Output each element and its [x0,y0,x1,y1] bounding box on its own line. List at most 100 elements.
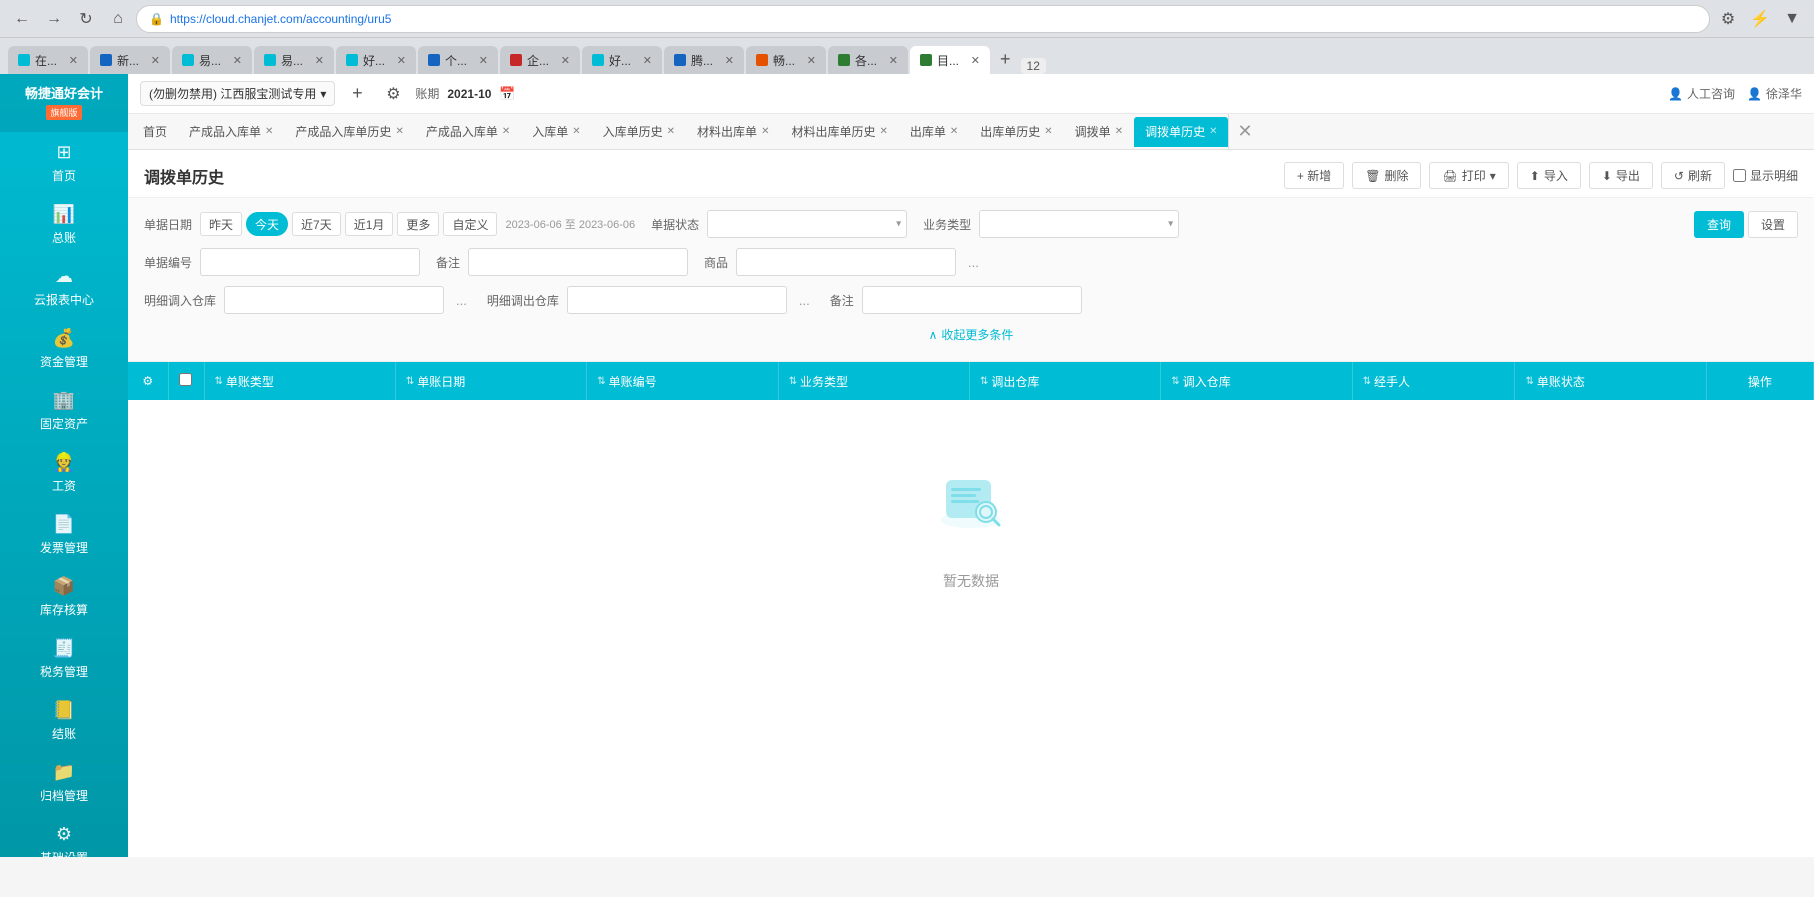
browser-tab[interactable]: 新...✕ [90,46,170,74]
goods-input[interactable] [736,248,956,276]
tab-close-icon[interactable]: ✕ [971,54,980,67]
menu-btn[interactable]: ▼ [1778,5,1806,33]
page-tab-调拨单历史[interactable]: 调拨单历史 ✕ [1134,117,1228,147]
voucher-input[interactable] [200,248,420,276]
page-tab-材料出库单[interactable]: 材料出库单 ✕ [686,117,780,147]
page-tab-出库单历史[interactable]: 出库单历史 ✕ [969,117,1063,147]
date-7days-btn[interactable]: 近7天 [292,212,341,236]
page-tab-入库单历史[interactable]: 入库单历史 ✕ [592,117,686,147]
sidebar-item-工资[interactable]: 👷工资 [0,442,128,504]
tab-close-icon[interactable]: ✕ [725,54,734,67]
page-tab-close-icon[interactable]: ✕ [879,126,887,137]
col-biz-type[interactable]: ⇅ 业务类型 [778,362,969,400]
forward-btn[interactable]: → [40,5,68,33]
extensions-btn[interactable]: ⚙ [1714,5,1742,33]
sidebar-item-资金管理[interactable]: 💰资金管理 [0,318,128,380]
table-checkbox-col[interactable] [168,362,204,400]
sidebar-item-结账[interactable]: 📒结账 [0,690,128,752]
import-btn[interactable]: ⬆ 导入 [1517,162,1581,189]
table-settings-col[interactable]: ⚙ [128,362,168,400]
add-company-btn[interactable]: + [343,80,371,108]
page-tab-入库单[interactable]: 入库单 ✕ [521,117,591,147]
col-voucher-date[interactable]: ⇅ 单账日期 [395,362,586,400]
col-in-warehouse[interactable]: ⇅ 调入仓库 [1161,362,1352,400]
tab-close-icon[interactable]: ✕ [315,54,324,67]
profile-btn[interactable]: ⚡ [1746,5,1774,33]
date-yesterday-btn[interactable]: 昨天 [200,212,242,236]
browser-tab[interactable]: 好...✕ [336,46,416,74]
user-info[interactable]: 👤 徐泽华 [1747,85,1802,102]
date-today-btn[interactable]: 今天 [246,212,288,236]
new-btn[interactable]: + 新增 [1284,162,1344,189]
col-voucher-no[interactable]: ⇅ 单账编号 [587,362,778,400]
browser-tab[interactable]: 易...✕ [254,46,334,74]
tab-close-icon[interactable]: ✕ [889,54,898,67]
page-tab-产成品入库单[interactable]: 产成品入库单 ✕ [415,117,521,147]
sidebar-item-固定资产[interactable]: 🏢固定资产 [0,380,128,442]
date-more-btn[interactable]: 更多 [397,212,439,236]
page-tab-close-icon[interactable]: ✕ [1209,126,1217,137]
sidebar-item-税务管理[interactable]: 🧾税务管理 [0,628,128,690]
col-status[interactable]: ⇅ 单账状态 [1515,362,1706,400]
close-all-tabs-btn[interactable]: ✕ [1228,114,1260,149]
page-tab-材料出库单历史[interactable]: 材料出库单历史 ✕ [780,117,898,147]
home-btn[interactable]: ⌂ [104,5,132,33]
detail-out-input[interactable] [567,286,787,314]
page-tab-close-icon[interactable]: ✕ [950,126,958,137]
date-custom-btn[interactable]: 自定义 [443,212,497,236]
tab-close-icon[interactable]: ✕ [233,54,242,67]
export-btn[interactable]: ⬇ 导出 [1589,162,1653,189]
page-tab-close-icon[interactable]: ✕ [395,126,403,137]
refresh-btn[interactable]: ↻ [72,5,100,33]
sidebar-item-发票管理[interactable]: 📄发票管理 [0,504,128,566]
remark2-input[interactable] [862,286,1082,314]
address-bar[interactable]: 🔒 https://cloud.chanjet.com/accounting/u… [136,5,1710,33]
page-tab-close-icon[interactable]: ✕ [761,126,769,137]
browser-tab[interactable]: 在...✕ [8,46,88,74]
calendar-icon[interactable]: 📅 [499,86,515,102]
browser-tab[interactable]: 腾...✕ [664,46,744,74]
back-btn[interactable]: ← [8,5,36,33]
detail-out-more-btn[interactable]: ... [795,293,814,308]
status-select[interactable] [707,210,907,238]
page-tab-close-icon[interactable]: ✕ [502,126,510,137]
tab-close-icon[interactable]: ✕ [69,54,78,67]
sidebar-item-首页[interactable]: ⊞首页 [0,132,128,194]
settings-icon[interactable]: ⚙ [379,80,407,108]
page-tab-首页[interactable]: 首页 [132,117,178,147]
page-tab-调拨单[interactable]: 调拨单 ✕ [1064,117,1134,147]
refresh-btn[interactable]: ↺ 刷新 [1661,162,1725,189]
select-all-checkbox[interactable] [179,373,192,386]
print-btn[interactable]: 🖨 打印 ▾ [1429,162,1508,189]
company-selector[interactable]: (勿删勿禁用) 江西服宝测试专用 ▾ [140,81,335,106]
goods-more-btn[interactable]: ... [964,255,983,270]
col-voucher-type[interactable]: ⇅ 单账类型 [204,362,395,400]
service-btn[interactable]: 👤 人工咨询 [1668,85,1735,102]
tab-close-icon[interactable]: ✕ [479,54,488,67]
page-tab-close-icon[interactable]: ✕ [1115,126,1123,137]
tab-close-icon[interactable]: ✕ [643,54,652,67]
tab-close-icon[interactable]: ✕ [151,54,160,67]
browser-tab[interactable]: 畅...✕ [746,46,826,74]
remark-input[interactable] [468,248,688,276]
tab-close-icon[interactable]: ✕ [807,54,816,67]
sidebar-item-基础设置[interactable]: ⚙基础设置 [0,814,128,857]
tab-close-icon[interactable]: ✕ [561,54,570,67]
display-detail-check[interactable] [1733,169,1746,182]
browser-tab[interactable]: 各...✕ [828,46,908,74]
page-tab-close-icon[interactable]: ✕ [265,126,273,137]
page-tab-close-icon[interactable]: ✕ [667,126,675,137]
date-1month-btn[interactable]: 近1月 [345,212,394,236]
detail-in-input[interactable] [224,286,444,314]
collapse-btn[interactable]: ∧ 收起更多条件 [921,324,1022,345]
sidebar-item-归档管理[interactable]: 📁归档管理 [0,752,128,814]
type-select[interactable] [979,210,1179,238]
col-out-warehouse[interactable]: ⇅ 调出仓库 [969,362,1160,400]
page-tab-产成品入库单历史[interactable]: 产成品入库单历史 ✕ [284,117,414,147]
detail-in-more-btn[interactable]: ... [452,293,471,308]
page-tab-close-icon[interactable]: ✕ [1044,126,1052,137]
col-handler[interactable]: ⇅ 经手人 [1352,362,1515,400]
sidebar-item-总账[interactable]: 📊总账 [0,194,128,256]
query-btn[interactable]: 查询 [1694,211,1744,238]
settings-btn[interactable]: 设置 [1748,211,1798,238]
